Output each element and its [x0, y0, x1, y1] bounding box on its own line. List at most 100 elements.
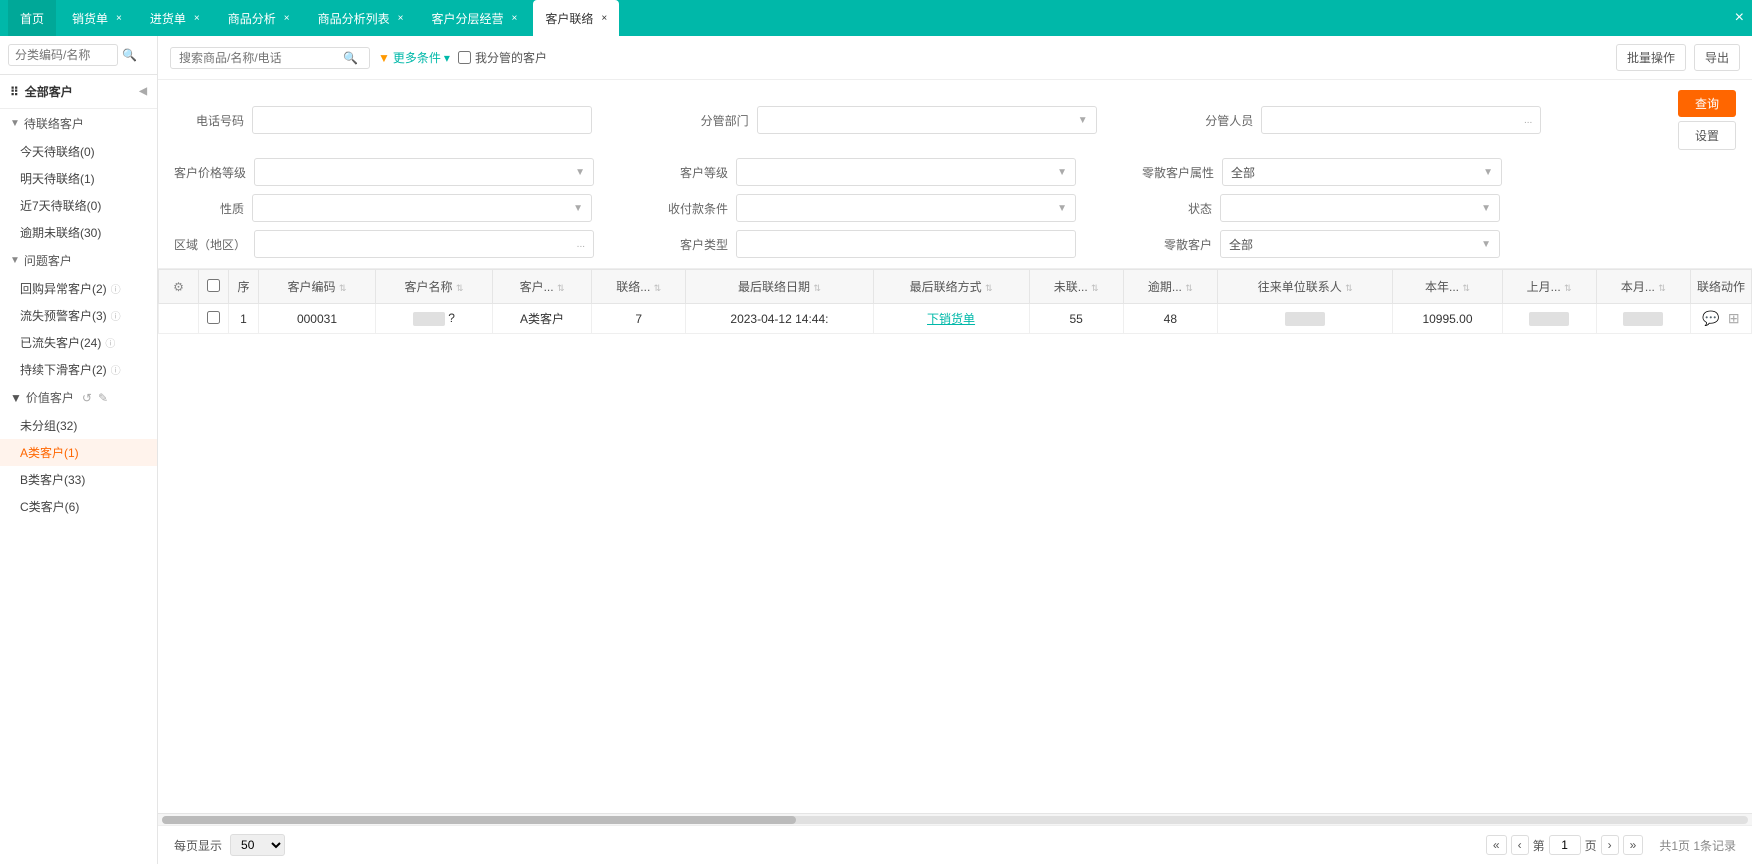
sidebar-collapse-btn[interactable]: ◀ [139, 86, 147, 97]
col-last-month-sort-icon: ⇅ [1564, 283, 1572, 293]
col-this-year-sort-icon: ⇅ [1462, 283, 1470, 293]
search-icon[interactable]: 🔍 [343, 51, 358, 65]
row-checkbox[interactable] [207, 311, 220, 324]
price-tier-input[interactable]: ▼ [254, 158, 594, 186]
retail-input[interactable]: 全部 ▼ [1220, 230, 1500, 258]
page-size-select[interactable]: 50 100 200 [230, 834, 285, 856]
tab-purchase-close[interactable]: × [194, 13, 200, 24]
manager-input[interactable]: ... [1261, 106, 1541, 134]
export-button[interactable]: 导出 [1694, 44, 1740, 71]
tab-product-analysis-close[interactable]: × [284, 13, 290, 24]
col-type[interactable]: 客户... ⇅ [492, 270, 591, 304]
nature-input[interactable]: ▼ [252, 194, 592, 222]
customer-type-input[interactable] [736, 230, 1076, 258]
status-arrow-icon: ▼ [1481, 203, 1491, 214]
tab-home[interactable]: 首页 [8, 0, 56, 36]
region-label: 区域（地区） [174, 236, 246, 253]
page-next-button[interactable]: › [1601, 835, 1619, 855]
tab-product-analysis[interactable]: 商品分析 × [216, 0, 302, 36]
col-contact[interactable]: 联络... ⇅ [592, 270, 686, 304]
batch-operation-button[interactable]: 批量操作 [1616, 44, 1686, 71]
refresh-icon[interactable]: ↺ [82, 391, 92, 405]
sidebar-group-value[interactable]: ▼ 价值客户 ↺ ✎ [0, 383, 157, 412]
cell-contact-person [1217, 304, 1393, 334]
sidebar-item-ungrouped[interactable]: 未分组(32) [0, 412, 157, 439]
col-contact-person[interactable]: 往来单位联系人 ⇅ [1217, 270, 1393, 304]
sidebar-item-7days[interactable]: 近7天待联络(0) [0, 192, 157, 219]
sidebar-item-class-c[interactable]: C类客户(6) [0, 493, 157, 520]
table-scroll[interactable]: ⚙ 序 客户编码 ⇅ [158, 269, 1752, 813]
my-customers-checkbox[interactable] [458, 51, 471, 64]
col-last-month[interactable]: 上月... ⇅ [1502, 270, 1596, 304]
payment-input[interactable]: ▼ [736, 194, 1076, 222]
sidebar-item-churn-warning[interactable]: 流失预警客户(3) ⓘ [0, 302, 157, 329]
sidebar-item-class-b[interactable]: B类客户(33) [0, 466, 157, 493]
dept-input[interactable]: ▼ [757, 106, 1097, 134]
sidebar-item-repurchase-abnormal[interactable]: 回购异常客户(2) ⓘ [0, 275, 157, 302]
sidebar-all-customers[interactable]: ⠿ 全部客户 ◀ [0, 75, 157, 109]
col-name[interactable]: 客户名称 ⇅ [375, 270, 492, 304]
sidebar-search-input[interactable] [8, 44, 118, 66]
sidebar-item-tomorrow[interactable]: 明天待联络(1) [0, 165, 157, 192]
tab-product-analysis-list-close[interactable]: × [398, 13, 404, 24]
tab-customer-tier[interactable]: 客户分层经营 × [419, 0, 529, 36]
col-contact-person-label: 往来单位联系人 [1258, 280, 1342, 294]
scrollbar-thumb[interactable] [162, 816, 796, 824]
row-overdue: 48 [1164, 312, 1177, 326]
search-input[interactable] [179, 51, 339, 65]
tab-customer-contact[interactable]: 客户联络 × [533, 0, 619, 36]
sidebar-item-churn-warning-label: 流失预警客户(3) [20, 307, 107, 324]
col-overdue[interactable]: 逾期... ⇅ [1123, 270, 1217, 304]
retail-attr-input[interactable]: 全部 ▼ [1222, 158, 1502, 186]
filter-row-1: 电话号码 分管部门 ▼ 分管人员 ... [174, 90, 1736, 150]
tab-customer-tier-close[interactable]: × [511, 13, 517, 24]
sidebar-search-icon[interactable]: 🔍 [122, 48, 137, 62]
edit-icon[interactable]: ✎ [98, 391, 108, 405]
sidebar-item-class-a[interactable]: A类客户(1) [0, 439, 157, 466]
status-input[interactable]: ▼ [1220, 194, 1500, 222]
tab-customer-contact-close[interactable]: × [601, 13, 607, 24]
sidebar-group-pending[interactable]: ▼ 待联络客户 [0, 109, 157, 138]
page-last-button[interactable]: » [1623, 835, 1644, 855]
settings-button[interactable]: 设置 [1678, 121, 1736, 150]
manager-dots-icon: ... [1524, 115, 1532, 126]
tab-product-analysis-list[interactable]: 商品分析列表 × [306, 0, 416, 36]
horizontal-scrollbar[interactable] [158, 813, 1752, 825]
chat-icon[interactable]: 💬 [1702, 310, 1719, 327]
sidebar-item-overdue[interactable]: 逾期未联络(30) [0, 219, 157, 246]
col-last-method[interactable]: 最后联络方式 ⇅ [873, 270, 1029, 304]
settings-icon[interactable]: ⚙ [173, 280, 184, 294]
col-last-date[interactable]: 最后联络日期 ⇅ [686, 270, 873, 304]
col-this-month[interactable]: 本月... ⇅ [1596, 270, 1690, 304]
cell-not-contacted: 55 [1029, 304, 1123, 334]
query-button[interactable]: 查询 [1678, 90, 1736, 117]
tab-sales-close[interactable]: × [116, 13, 122, 24]
more-conditions-button[interactable]: ▼ 更多条件 ▾ [378, 49, 450, 66]
page-number-input[interactable] [1549, 835, 1581, 855]
close-all-button[interactable]: × [1735, 9, 1744, 27]
customer-type-label: 客户类型 [658, 236, 728, 253]
region-input[interactable]: ... [254, 230, 594, 258]
col-code[interactable]: 客户编码 ⇅ [259, 270, 376, 304]
qrcode-icon[interactable]: ⊞ [1728, 310, 1740, 327]
status-label: 状态 [1142, 200, 1212, 217]
col-not-contacted[interactable]: 未联... ⇅ [1029, 270, 1123, 304]
row-last-method[interactable]: 下销货单 [927, 312, 975, 326]
sidebar-group-problem[interactable]: ▼ 问题客户 [0, 246, 157, 275]
sidebar-item-churned[interactable]: 已流失客户(24) ⓘ [0, 329, 157, 356]
col-this-year[interactable]: 本年... ⇅ [1393, 270, 1502, 304]
sidebar-item-today[interactable]: 今天待联络(0) [0, 138, 157, 165]
customer-tier-input[interactable]: ▼ [736, 158, 1076, 186]
customer-tier-label: 客户等级 [658, 164, 728, 181]
phone-input[interactable] [252, 106, 592, 134]
tab-sales[interactable]: 销货单 × [60, 0, 134, 36]
sidebar-item-repurchase-label: 回购异常客户(2) [20, 280, 107, 297]
info-icon-4: ⓘ [111, 362, 121, 377]
select-all-checkbox[interactable] [207, 279, 220, 292]
tab-customer-tier-label: 客户分层经营 [431, 10, 503, 27]
page-first-button[interactable]: « [1486, 835, 1507, 855]
row-index: 1 [240, 312, 247, 326]
tab-purchase[interactable]: 进货单 × [138, 0, 212, 36]
page-prev-button[interactable]: ‹ [1511, 835, 1529, 855]
sidebar-item-declining[interactable]: 持续下滑客户(2) ⓘ [0, 356, 157, 383]
